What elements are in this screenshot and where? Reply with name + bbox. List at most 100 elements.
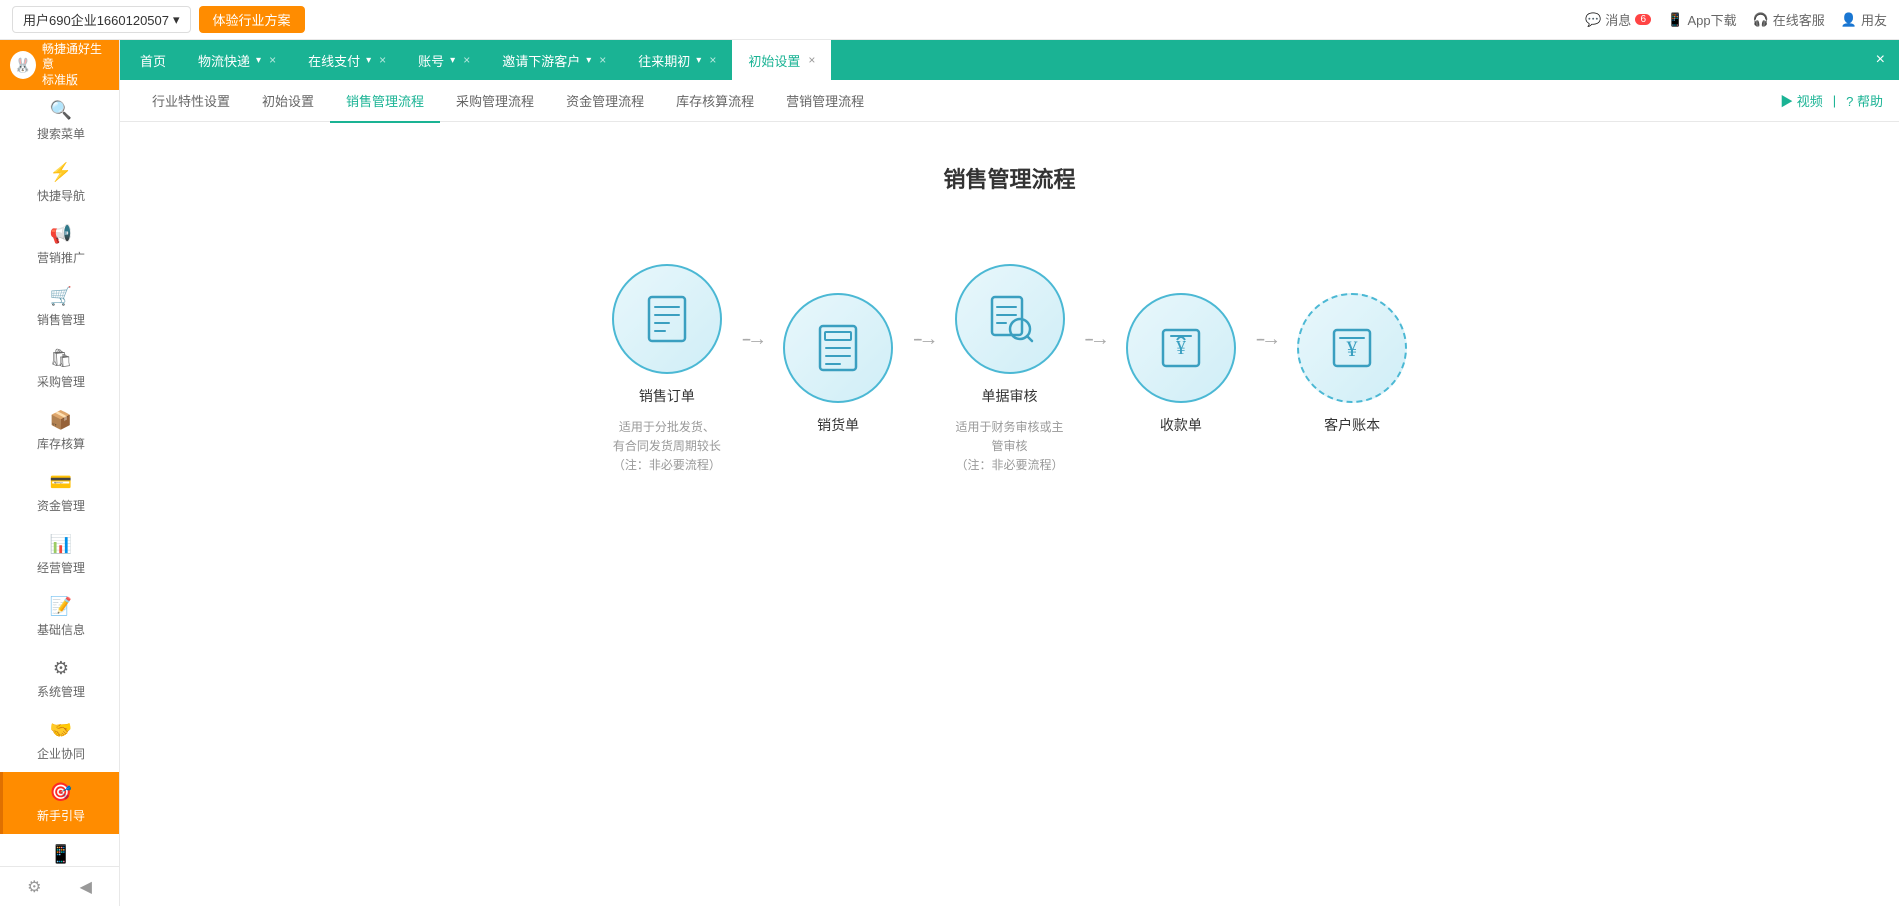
sidebar-item-label: 销售管理 bbox=[37, 311, 85, 328]
close-icon[interactable]: × bbox=[463, 53, 470, 67]
sidebar-item-marketing[interactable]: 📢 营销推广 bbox=[0, 214, 119, 276]
flow-arrow-1: --→ bbox=[722, 328, 783, 351]
sidebar-item-new-guide[interactable]: 🎯 新手引导 bbox=[0, 772, 119, 834]
sub-tab-label: 初始设置 bbox=[262, 91, 314, 110]
sidebar-logo: 🐰 畅捷通好生意 标准版 bbox=[0, 40, 119, 90]
close-icon[interactable]: × bbox=[379, 53, 386, 67]
lightning-icon: ⚡ bbox=[50, 162, 72, 183]
flow-step-account: ¥ 客户账本 bbox=[1297, 293, 1407, 447]
video-icon: ▶ bbox=[1780, 94, 1793, 109]
sub-tab-purchase-flow[interactable]: 采购管理流程 bbox=[440, 81, 550, 123]
mobile-icon: 📱 bbox=[50, 844, 72, 865]
flow-step-sales-order: 销售订单 适用于分批发货、 有合同发货周期较长 （注：非必要流程） bbox=[612, 264, 722, 476]
close-icon[interactable]: × bbox=[709, 53, 716, 67]
nav-tabs: 首页 物流快递 ▾ × 在线支付 ▾ × 账号 ▾ × 邀请下游客户 ▾ × bbox=[120, 40, 1899, 80]
audit-circle[interactable] bbox=[955, 264, 1065, 374]
header-left: 用户690企业1660120507 ▾ 体验行业方案 bbox=[12, 6, 305, 33]
nav-tab-account[interactable]: 账号 ▾ × bbox=[402, 40, 486, 80]
app-download-group[interactable]: 📱 App下载 bbox=[1667, 10, 1736, 29]
step-name: 客户账本 bbox=[1324, 415, 1380, 435]
sub-tab-label: 库存核算流程 bbox=[676, 91, 754, 110]
chevron-icon: ▾ bbox=[450, 55, 455, 66]
step-name: 销售订单 bbox=[639, 386, 695, 406]
separator: | bbox=[1833, 93, 1836, 108]
sidebar-item-inventory[interactable]: 📦 库存核算 bbox=[0, 400, 119, 462]
sidebar-item-app-center[interactable]: 📱 应用中心 bbox=[0, 834, 119, 866]
online-service-group[interactable]: 🎧 在线客服 bbox=[1753, 10, 1825, 29]
nav-tab-label: 初始设置 bbox=[748, 51, 800, 70]
sidebar-item-label: 企业协同 bbox=[37, 745, 85, 762]
sub-tab-inventory-flow[interactable]: 库存核算流程 bbox=[660, 81, 770, 123]
sidebar-item-basic-info[interactable]: 📝 基础信息 bbox=[0, 586, 119, 648]
logo-icon: 🐰 bbox=[10, 51, 36, 79]
sub-tab-industry[interactable]: 行业特性设置 bbox=[136, 81, 246, 123]
close-icon[interactable]: × bbox=[808, 53, 815, 67]
video-link[interactable]: ▶ 视频 bbox=[1780, 91, 1823, 110]
nav-tab-period-init[interactable]: 往来期初 ▾ × bbox=[622, 40, 732, 80]
message-badge: 6 bbox=[1635, 14, 1651, 25]
sub-tab-sales-flow[interactable]: 销售管理流程 bbox=[330, 81, 440, 123]
settings-bottom-icon[interactable]: ⚙ bbox=[27, 877, 41, 897]
chevron-icon: ▾ bbox=[696, 55, 701, 66]
account-circle[interactable]: ¥ bbox=[1297, 293, 1407, 403]
collapse-icon[interactable]: ◀ bbox=[80, 877, 92, 897]
sales-order-circle[interactable] bbox=[612, 264, 722, 374]
step-name: 销货单 bbox=[817, 415, 859, 435]
step-desc: 适用于分批发货、 有合同发货周期较长 （注：非必要流程） bbox=[613, 418, 721, 476]
page-content: 销售管理流程 销售订单 适用于分批 bbox=[120, 122, 1899, 906]
nav-tab-invite[interactable]: 邀请下游客户 ▾ × bbox=[486, 40, 622, 80]
sub-tab-initial-setup[interactable]: 初始设置 bbox=[246, 81, 330, 123]
close-icon[interactable]: × bbox=[269, 53, 276, 67]
megaphone-icon: 📢 bbox=[50, 224, 72, 245]
user-selector[interactable]: 用户690企业1660120507 ▾ bbox=[12, 6, 191, 33]
user-group[interactable]: 👤 用友 bbox=[1841, 10, 1887, 29]
top-header: 用户690企业1660120507 ▾ 体验行业方案 💬 消息 6 📱 App下… bbox=[0, 0, 1899, 40]
video-label: 视频 bbox=[1797, 94, 1823, 109]
close-all-tabs[interactable]: × bbox=[1866, 51, 1895, 69]
sidebar-item-label: 经营管理 bbox=[37, 559, 85, 576]
sub-tab-marketing-flow[interactable]: 营销管理流程 bbox=[770, 81, 880, 123]
sidebar-item-quick-nav[interactable]: ⚡ 快捷导航 bbox=[0, 152, 119, 214]
search-icon: 🔍 bbox=[50, 100, 72, 121]
sidebar-item-label: 新手引导 bbox=[37, 807, 85, 824]
sidebar-item-operations[interactable]: 📊 经营管理 bbox=[0, 524, 119, 586]
sidebar-item-sales[interactable]: 🛒 销售管理 bbox=[0, 276, 119, 338]
sidebar-item-enterprise-collab[interactable]: 🤝 企业协同 bbox=[0, 710, 119, 772]
help-link[interactable]: ? 帮助 bbox=[1846, 91, 1883, 110]
help-icon: ? bbox=[1846, 94, 1853, 109]
page-title: 销售管理流程 bbox=[140, 162, 1879, 194]
receipt-circle[interactable]: ¥ bbox=[1126, 293, 1236, 403]
step-name: 收款单 bbox=[1160, 415, 1202, 435]
main-layout: 🐰 畅捷通好生意 标准版 🔍 搜索菜单 ⚡ 快捷导航 📢 营销推广 🛒 销售管理 bbox=[0, 40, 1899, 906]
message-label: 消息 bbox=[1605, 10, 1631, 29]
sub-tabs-right: ▶ 视频 | ? 帮助 bbox=[1780, 91, 1883, 110]
invoice-circle[interactable] bbox=[783, 293, 893, 403]
sidebar-item-system[interactable]: ⚙ 系统管理 bbox=[0, 648, 119, 710]
close-icon[interactable]: × bbox=[599, 53, 606, 67]
flow-step-receipt: ¥ 收款单 bbox=[1126, 293, 1236, 447]
nav-tab-logistics[interactable]: 物流快递 ▾ × bbox=[182, 40, 292, 80]
nav-tab-online-payment[interactable]: 在线支付 ▾ × bbox=[292, 40, 402, 80]
message-group[interactable]: 💬 消息 6 bbox=[1585, 10, 1651, 29]
phone-icon: 📱 bbox=[1667, 12, 1683, 28]
content-area: 首页 物流快递 ▾ × 在线支付 ▾ × 账号 ▾ × 邀请下游客户 ▾ × bbox=[120, 40, 1899, 906]
user-label: 用友 bbox=[1861, 10, 1887, 29]
handshake-icon: 🤝 bbox=[50, 720, 72, 741]
sidebar-item-funds[interactable]: 💳 资金管理 bbox=[0, 462, 119, 524]
sub-tabs-left: 行业特性设置 初始设置 销售管理流程 采购管理流程 资金管理流程 库存核算流程 bbox=[136, 80, 880, 122]
note-icon: 📝 bbox=[50, 596, 72, 617]
flow-step-invoice: 销货单 bbox=[783, 293, 893, 447]
sub-tab-label: 资金管理流程 bbox=[566, 91, 644, 110]
sidebar-item-label: 营销推广 bbox=[37, 249, 85, 266]
nav-tab-home[interactable]: 首页 bbox=[124, 40, 182, 80]
sub-tab-label: 销售管理流程 bbox=[346, 91, 424, 110]
nav-tab-initial-setup[interactable]: 初始设置 × bbox=[732, 40, 831, 80]
flow-arrow-3: --→ bbox=[1065, 328, 1126, 351]
logo-line1: 畅捷通好生意 bbox=[42, 42, 109, 73]
online-service-label: 在线客服 bbox=[1773, 10, 1825, 29]
sidebar-item-search[interactable]: 🔍 搜索菜单 bbox=[0, 90, 119, 152]
sidebar-item-label: 采购管理 bbox=[37, 373, 85, 390]
sidebar-item-purchase[interactable]: 🛍 采购管理 bbox=[0, 338, 119, 400]
trial-button[interactable]: 体验行业方案 bbox=[199, 6, 305, 33]
sub-tab-funds-flow[interactable]: 资金管理流程 bbox=[550, 81, 660, 123]
